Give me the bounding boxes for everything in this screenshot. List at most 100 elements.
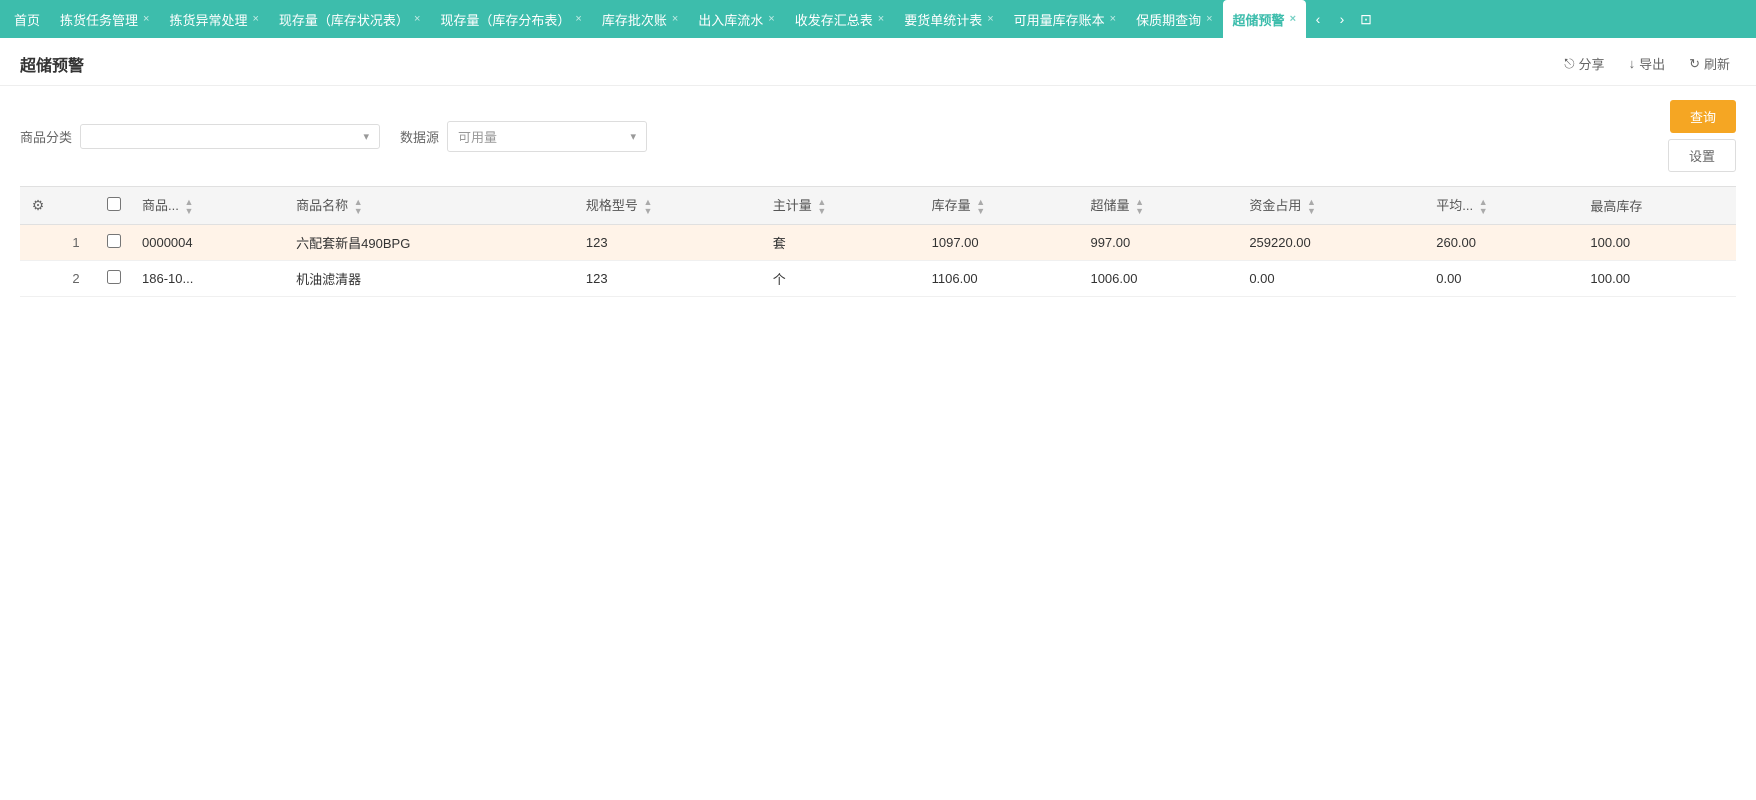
close-icon[interactable]: × — [987, 13, 993, 25]
nav-pick-task[interactable]: 拣货任务管理 × — [50, 0, 159, 38]
product-name-column-header[interactable]: 商品名称 ▲▼ — [286, 187, 576, 225]
row-unit: 个 — [763, 260, 922, 296]
row-settings-cell — [20, 224, 56, 260]
sort-icon: ▲▼ — [644, 198, 653, 216]
top-navigation: 首页 拣货任务管理 × 拣货异常处理 × 现存量（库存状况表）× 现存量（库存分… — [0, 0, 1756, 38]
row-avg: 260.00 — [1426, 224, 1580, 260]
close-icon[interactable]: × — [1110, 13, 1116, 25]
row-checkbox[interactable] — [107, 270, 121, 284]
sort-icon: ▲▼ — [354, 198, 363, 216]
close-icon[interactable]: × — [414, 13, 420, 25]
row-capital-usage: 0.00 — [1239, 260, 1426, 296]
sort-icon: ▲▼ — [1135, 198, 1144, 216]
filter-area: 商品分类 ▾ 数据源 可用量 ▾ 查询 设置 — [0, 86, 1756, 186]
capital-column-header[interactable]: 资金占用 ▲▼ — [1239, 187, 1426, 225]
close-icon[interactable]: × — [878, 13, 884, 25]
row-checkbox-cell — [96, 224, 132, 260]
header-actions: ⎋ 分享 ↓ 导出 ↻ 刷新 — [1558, 50, 1736, 77]
select-all-checkbox[interactable] — [107, 197, 121, 211]
row-settings-cell — [20, 260, 56, 296]
nav-batch-account[interactable]: 库存批次账 × — [592, 0, 688, 38]
query-button[interactable]: 查询 — [1670, 100, 1736, 133]
row-unit: 套 — [763, 224, 922, 260]
export-button[interactable]: ↓ 导出 — [1623, 50, 1672, 77]
nav-next-arrow[interactable]: › — [1330, 0, 1354, 38]
row-spec: 123 — [576, 224, 763, 260]
category-filter: 商品分类 ▾ — [20, 124, 380, 149]
row-product-code: 186-10... — [132, 260, 286, 296]
nav-pick-abnormal[interactable]: 拣货异常处理 × — [159, 0, 268, 38]
nav-order-stats[interactable]: 要货单统计表 × — [894, 0, 1003, 38]
refresh-button[interactable]: ↻ 刷新 — [1683, 50, 1736, 77]
product-code-column-header[interactable]: 商品... ▲▼ — [132, 187, 286, 225]
row-product-name: 机油滤清器 — [286, 260, 576, 296]
row-max-stock: 100.00 — [1580, 260, 1736, 296]
nav-expand-arrow[interactable]: ⊡ — [1354, 0, 1378, 38]
row-stock: 1106.00 — [922, 260, 1081, 296]
share-button[interactable]: ⎋ 分享 — [1558, 50, 1610, 77]
table-header-row: ⚙ 商品... ▲▼ 商品名称 ▲▼ 规格型号 — [20, 187, 1736, 225]
table-row: 1 0000004 六配套新昌490BPG 123 套 1097.00 997.… — [20, 224, 1736, 260]
row-avg: 0.00 — [1426, 260, 1580, 296]
spec-column-header[interactable]: 规格型号 ▲▼ — [576, 187, 763, 225]
max-stock-column-header[interactable]: 最高库存 — [1580, 187, 1736, 225]
datasource-label: 数据源 — [400, 127, 439, 146]
nav-home[interactable]: 首页 — [4, 0, 50, 38]
datasource-filter: 数据源 可用量 ▾ — [400, 121, 647, 152]
close-icon[interactable]: × — [672, 13, 678, 25]
chevron-down-icon: ▾ — [363, 130, 369, 143]
row-max-stock: 100.00 — [1580, 224, 1736, 260]
nav-stock-status[interactable]: 现存量（库存状况表）× — [269, 0, 430, 38]
nav-overstock[interactable]: 超储预警 × — [1223, 0, 1306, 38]
chevron-down-icon: ▾ — [631, 130, 637, 143]
sort-icon: ▲▼ — [1479, 198, 1488, 216]
num-column-header — [56, 187, 96, 225]
share-icon: ⎋ — [1564, 56, 1574, 72]
row-over-stock: 1006.00 — [1080, 260, 1239, 296]
export-icon: ↓ — [1629, 56, 1636, 71]
close-icon[interactable]: × — [575, 13, 581, 25]
table-container: ⚙ 商品... ▲▼ 商品名称 ▲▼ 规格型号 — [0, 186, 1756, 297]
close-icon[interactable]: × — [1206, 13, 1212, 25]
row-number: 1 — [56, 224, 96, 260]
overstock-column-header[interactable]: 超储量 ▲▼ — [1080, 187, 1239, 225]
nav-stock-dist[interactable]: 现存量（库存分布表）× — [430, 0, 591, 38]
gear-icon[interactable]: ⚙ — [32, 197, 45, 213]
nav-available-account[interactable]: 可用量库存账本 × — [1004, 0, 1126, 38]
page-container: 超储预警 ⎋ 分享 ↓ 导出 ↻ 刷新 商品分类 ▾ 数据源 — [0, 38, 1756, 800]
filter-action-buttons: 查询 设置 — [1668, 100, 1736, 172]
overstock-table: ⚙ 商品... ▲▼ 商品名称 ▲▼ 规格型号 — [20, 186, 1736, 297]
datasource-value: 可用量 — [458, 127, 497, 146]
avg-column-header[interactable]: 平均... ▲▼ — [1426, 187, 1580, 225]
row-spec: 123 — [576, 260, 763, 296]
table-row: 2 186-10... 机油滤清器 123 个 1106.00 1006.00 … — [20, 260, 1736, 296]
sort-icon: ▲▼ — [817, 198, 826, 216]
close-icon[interactable]: × — [143, 13, 149, 25]
stock-column-header[interactable]: 库存量 ▲▼ — [922, 187, 1081, 225]
nav-shelf-life[interactable]: 保质期查询 × — [1126, 0, 1222, 38]
sort-icon: ▲▼ — [1307, 198, 1316, 216]
row-over-stock: 997.00 — [1080, 224, 1239, 260]
row-checkbox[interactable] — [107, 234, 121, 248]
nav-inout-flow[interactable]: 出入库流水 × — [688, 0, 784, 38]
set-button[interactable]: 设置 — [1668, 139, 1736, 172]
unit-column-header[interactable]: 主计量 ▲▼ — [763, 187, 922, 225]
row-capital-usage: 259220.00 — [1239, 224, 1426, 260]
category-label: 商品分类 — [20, 127, 72, 146]
checkbox-column-header — [96, 187, 132, 225]
close-icon[interactable]: × — [252, 13, 258, 25]
close-icon[interactable]: × — [1290, 13, 1296, 25]
row-product-name: 六配套新昌490BPG — [286, 224, 576, 260]
nav-recv-summary[interactable]: 收发存汇总表 × — [785, 0, 894, 38]
nav-prev-arrow[interactable]: ‹ — [1306, 0, 1330, 38]
row-product-code: 0000004 — [132, 224, 286, 260]
refresh-icon: ↻ — [1689, 56, 1700, 72]
page-title: 超储预警 — [20, 52, 84, 76]
close-icon[interactable]: × — [768, 13, 774, 25]
datasource-select[interactable]: 可用量 ▾ — [447, 121, 647, 152]
sort-icon: ▲▼ — [184, 198, 193, 216]
row-checkbox-cell — [96, 260, 132, 296]
row-stock: 1097.00 — [922, 224, 1081, 260]
category-select[interactable]: ▾ — [80, 124, 380, 149]
row-number: 2 — [56, 260, 96, 296]
